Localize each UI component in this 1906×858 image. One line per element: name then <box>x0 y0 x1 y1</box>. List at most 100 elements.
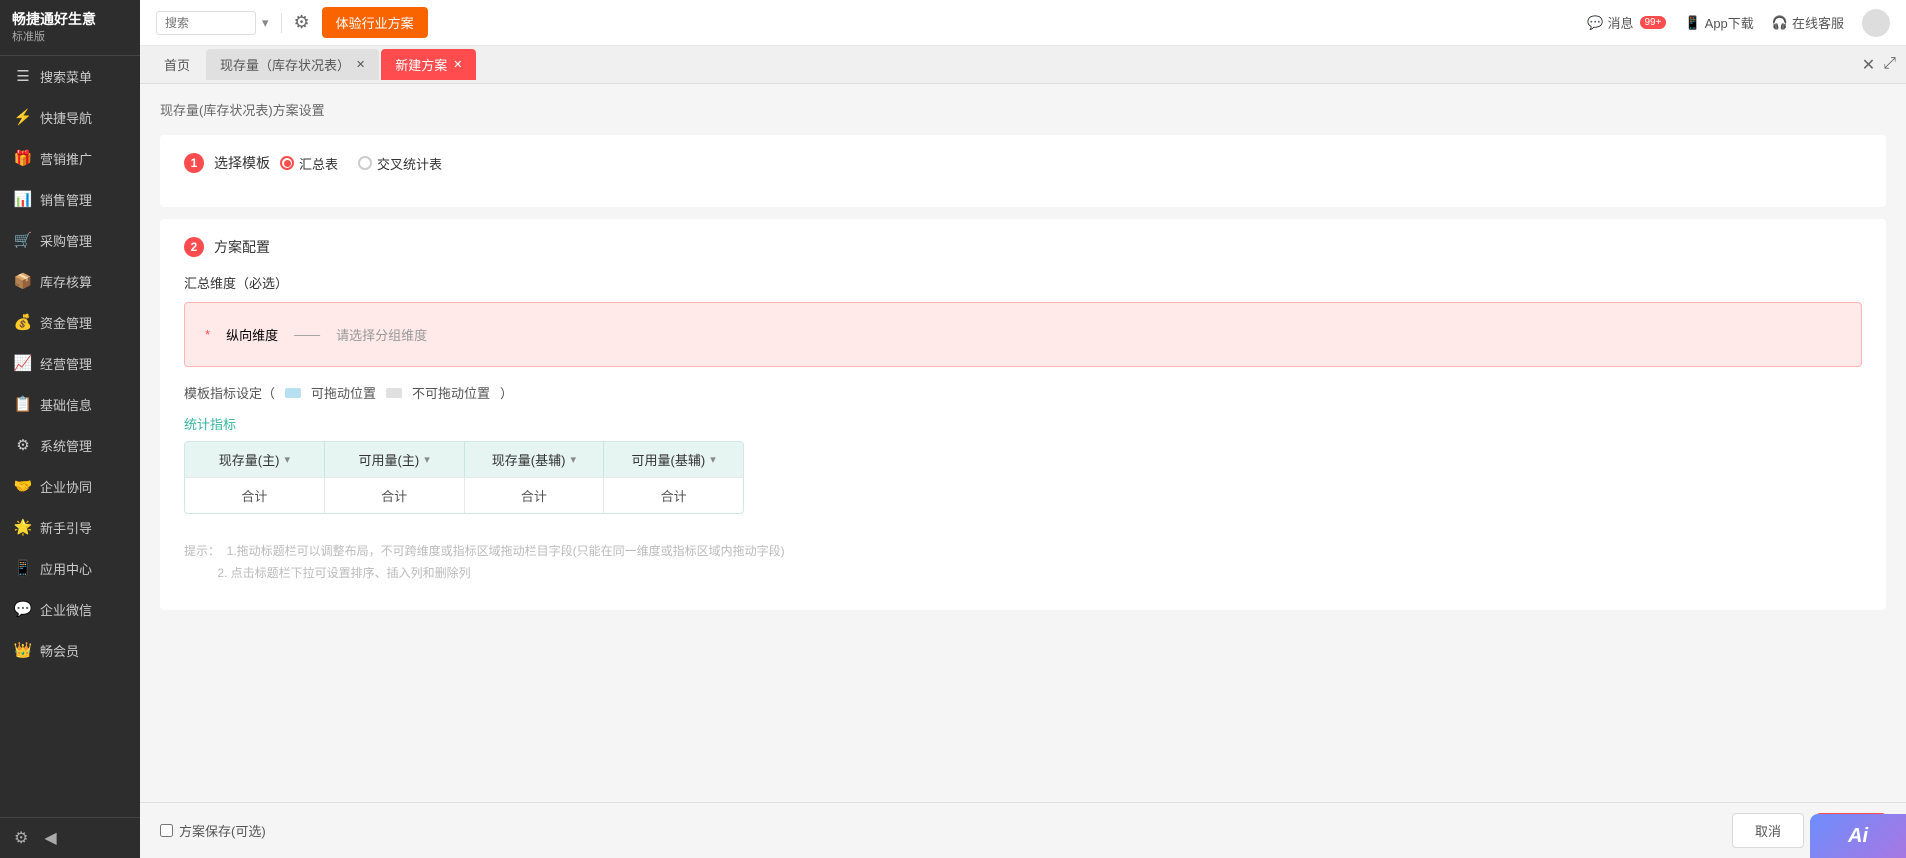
chevron-down-icon[interactable]: ▾ <box>570 453 576 466</box>
chevron-down-icon[interactable]: ▾ <box>424 453 430 466</box>
sidebar-item-企业协同[interactable]: 🤝企业协同 <box>0 466 140 507</box>
cancel-button[interactable]: 取消 <box>1732 813 1804 848</box>
expand-icon[interactable]: ⤢ <box>1883 55 1896 75</box>
nav-icon: 🛒 <box>14 231 32 249</box>
dropdown-icon[interactable]: ▾ <box>262 15 269 31</box>
stats-data-cell: 合计 <box>465 477 605 513</box>
stats-header-cell[interactable]: 现存量(主) ▾ <box>185 442 325 477</box>
stats-table: 现存量(主)▾可用量(主)▾现存量(基辅)▾可用量(基辅)▾ 合计合计合计合计 <box>184 441 744 514</box>
nav-icon: 💰 <box>14 313 32 331</box>
col-label: 现存量(主) <box>219 450 280 469</box>
tab-new-plan[interactable]: 新建方案 ✕ <box>381 49 476 80</box>
nav-icon: 🎁 <box>14 149 32 167</box>
tab-home[interactable]: 首页 <box>150 49 204 80</box>
sidebar-menu: ☰搜索菜单⚡快捷导航 🎁 营销推广 📊销售管理🛒采购管理 📦 库存核算 💰资金管理📈经营管理… <box>0 56 140 817</box>
cell-value: 合计 <box>661 486 687 505</box>
col-label: 可用量(基辅) <box>632 450 706 469</box>
app-download-button[interactable]: 📱 App下载 <box>1684 13 1753 32</box>
tab-new-plan-close[interactable]: ✕ <box>453 58 462 71</box>
brand-name: 畅捷通好生意 <box>12 10 128 30</box>
trial-button[interactable]: 体验行业方案 <box>322 7 428 38</box>
content-area: 现存量(库存状况表)方案设置 1 选择模板 汇总表 交叉统计表 <box>140 84 1906 802</box>
messages-button[interactable]: 💬 消息 99+ <box>1587 13 1666 32</box>
settings-icon[interactable]: ⚙ <box>14 828 28 848</box>
tab-inventory[interactable]: 现存量（库存状况表） ✕ <box>206 49 379 80</box>
stats-header-row: 现存量(主)▾可用量(主)▾现存量(基辅)▾可用量(基辅)▾ <box>185 442 743 477</box>
sidebar-item-基础信息[interactable]: 📋 基础信息 <box>0 384 140 425</box>
nav-icon: 📦 <box>14 272 32 290</box>
close-panel-icon[interactable]: ✕ <box>1862 55 1875 75</box>
topbar: ▾ ⚙ 体验行业方案 💬 消息 99+ 📱 App下载 🎧 在线客服 <box>140 0 1906 46</box>
sidebar-item-销售管理[interactable]: 📊销售管理 <box>0 179 140 220</box>
step2-section: 2 方案配置 汇总维度（必选） * 纵向维度 —— 请选择分组维度 模板指标设定… <box>160 219 1886 610</box>
indicator-settings: 模板指标设定（ 可拖动位置 不可拖动位置 ） 统计指标 现存量(主)▾可用量(主… <box>184 383 1862 517</box>
stats-data-cell: 合计 <box>604 477 743 513</box>
step1-section: 1 选择模板 汇总表 交叉统计表 <box>160 135 1886 207</box>
topbar-divider <box>281 13 282 33</box>
sidebar-item-快捷导航[interactable]: ⚡快捷导航 <box>0 97 140 138</box>
mobile-icon: 📱 <box>1684 15 1700 31</box>
radio-cross[interactable]: 交叉统计表 <box>358 154 442 173</box>
cell-value: 合计 <box>381 486 407 505</box>
sidebar-item-经营管理[interactable]: 📈经营管理 <box>0 343 140 384</box>
online-service-label: 在线客服 <box>1792 13 1844 32</box>
step1-badge: 1 <box>184 153 204 173</box>
nav-label: 新手引导 <box>40 518 92 537</box>
no-drag-indicator <box>386 388 402 398</box>
sidebar-bottom: ⚙ ◀ <box>0 817 140 858</box>
chevron-down-icon[interactable]: ▾ <box>710 453 716 466</box>
cell-value: 合计 <box>521 486 547 505</box>
sidebar-item-新手引导[interactable]: 🌟 新手引导 <box>0 507 140 548</box>
chevron-down-icon[interactable]: ▾ <box>284 453 290 466</box>
settings-icon[interactable]: ⚙ <box>294 12 310 33</box>
nav-label: 基础信息 <box>40 395 92 414</box>
indicator-label-text: 模板指标设定（ <box>184 383 275 402</box>
online-service-button[interactable]: 🎧 在线客服 <box>1772 13 1844 32</box>
save-label: 方案保存(可选) <box>179 821 266 840</box>
stats-header-cell[interactable]: 可用量(基辅) ▾ <box>604 442 743 477</box>
save-checkbox[interactable]: 方案保存(可选) <box>160 821 266 840</box>
dimension-inner: * 纵向维度 —— 请选择分组维度 <box>205 325 1841 344</box>
stats-data-row: 合计 合计 合计 合计 <box>185 477 743 513</box>
sidebar-item-搜索菜单[interactable]: ☰搜索菜单 <box>0 56 140 97</box>
nav-label: 搜索菜单 <box>40 67 92 86</box>
tab-inventory-close[interactable]: ✕ <box>356 58 365 71</box>
template-radio-group: 汇总表 交叉统计表 <box>280 154 442 173</box>
search-input[interactable] <box>156 11 256 35</box>
radio-summary-circle <box>280 156 294 170</box>
sidebar-item-采购管理[interactable]: 🛒采购管理 <box>0 220 140 261</box>
nav-label: 库存核算 <box>40 272 92 291</box>
headphone-icon: 🎧 <box>1772 15 1788 31</box>
stats-data-cell: 合计 <box>185 477 325 513</box>
draggable-label: 可拖动位置 <box>311 383 376 402</box>
drag-indicator <box>285 388 301 398</box>
sidebar-item-应用中心[interactable]: 📱应用中心 <box>0 548 140 589</box>
nav-icon: 💬 <box>14 600 32 618</box>
sidebar-item-企业微信[interactable]: 💬企业微信 <box>0 589 140 630</box>
step2-badge: 2 <box>184 237 204 257</box>
ai-button[interactable]: Ai <box>1810 814 1906 858</box>
step2-header: 2 方案配置 <box>184 237 1862 257</box>
collapse-icon[interactable]: ◀ <box>44 828 56 848</box>
sidebar-item-畅会员[interactable]: 👑畅会员 <box>0 630 140 671</box>
app-download-label: App下载 <box>1705 13 1754 32</box>
step1-title: 选择模板 <box>214 153 270 173</box>
radio-summary[interactable]: 汇总表 <box>280 154 338 173</box>
sidebar-item-营销推广[interactable]: 🎁 营销推广 <box>0 138 140 179</box>
nav-icon: 🌟 <box>14 518 32 536</box>
messages-badge: 99+ <box>1640 16 1667 29</box>
user-avatar[interactable] <box>1862 9 1890 37</box>
sidebar-item-系统管理[interactable]: ⚙系统管理 <box>0 425 140 466</box>
tab-new-plan-label: 新建方案 <box>395 55 447 74</box>
nav-label: 营销推广 <box>40 149 92 168</box>
tabbar-actions: ✕ ⤢ <box>1862 55 1896 75</box>
stats-header-cell[interactable]: 现存量(基辅)▾ <box>465 442 605 477</box>
stats-header-cell[interactable]: 可用量(主)▾ <box>325 442 465 477</box>
required-star: * <box>205 327 210 342</box>
sidebar-item-库存核算[interactable]: 📦 库存核算 <box>0 261 140 302</box>
save-checkbox-input[interactable] <box>160 824 173 837</box>
nav-icon: 📋 <box>14 395 32 413</box>
nav-icon: ⚡ <box>14 108 32 126</box>
sidebar-item-资金管理[interactable]: 💰资金管理 <box>0 302 140 343</box>
nav-label: 企业协同 <box>40 477 92 496</box>
